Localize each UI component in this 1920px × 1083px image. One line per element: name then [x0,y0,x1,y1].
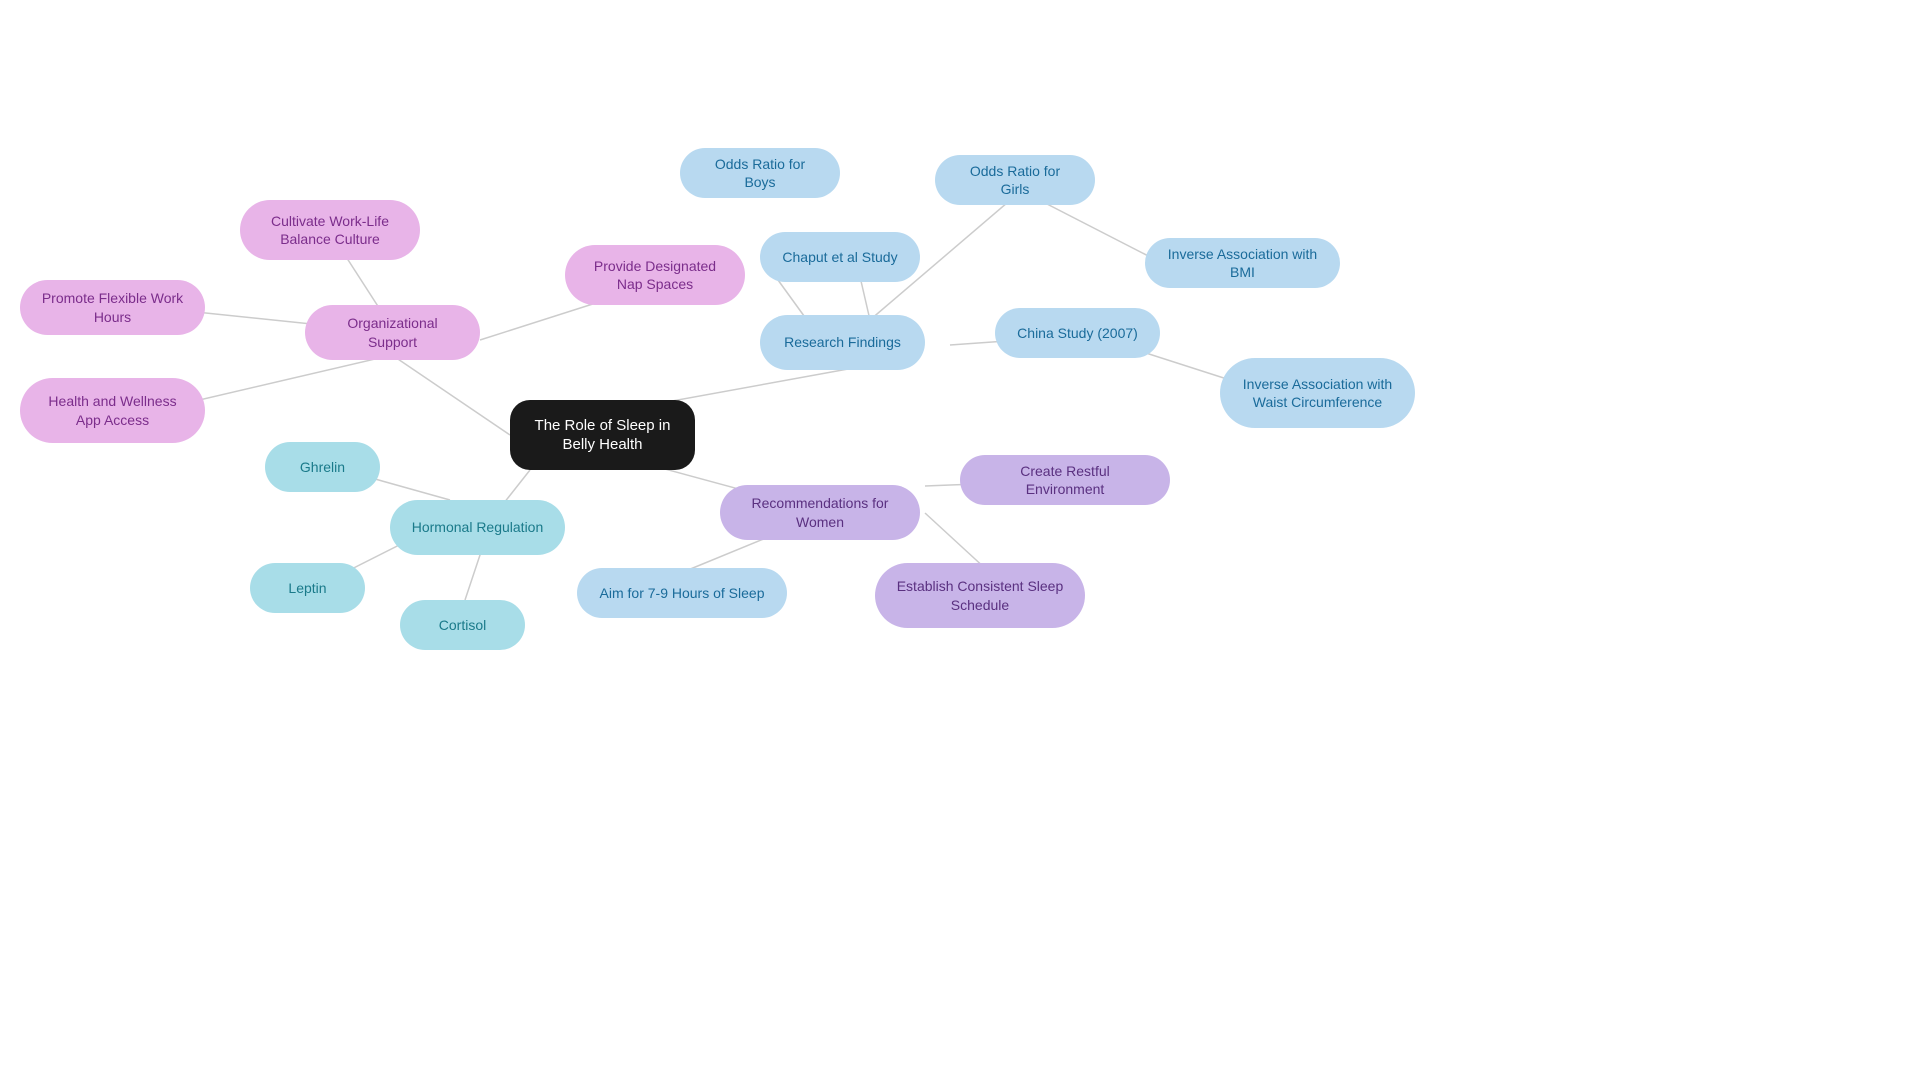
inverse-waist-node: Inverse Association with Waist Circumfer… [1220,358,1415,428]
odds-boys-node: Odds Ratio for Boys [680,148,840,198]
aim-hours-node: Aim for 7-9 Hours of Sleep [577,568,787,618]
establish-sleep-node: Establish Consistent Sleep Schedule [875,563,1085,628]
center-node: The Role of Sleep in Belly Health [510,400,695,470]
recommendations-women-node: Recommendations for Women [720,485,920,540]
inverse-bmi-node: Inverse Association with BMI [1145,238,1340,288]
odds-girls-node: Odds Ratio for Girls [935,155,1095,205]
cultivate-work-life-node: Cultivate Work-Life Balance Culture [240,200,420,260]
provide-nap-node: Provide Designated Nap Spaces [565,245,745,305]
cortisol-node: Cortisol [400,600,525,650]
health-wellness-node: Health and Wellness App Access [20,378,205,443]
leptin-node: Leptin [250,563,365,613]
research-findings-node: Research Findings [760,315,925,370]
china-study-node: China Study (2007) [995,308,1160,358]
create-restful-node: Create Restful Environment [960,455,1170,505]
ghrelin-node: Ghrelin [265,442,380,492]
hormonal-regulation-node: Hormonal Regulation [390,500,565,555]
promote-flexible-node: Promote Flexible Work Hours [20,280,205,335]
chaput-study-node: Chaput et al Study [760,232,920,282]
organizational-support-node: Organizational Support [305,305,480,360]
